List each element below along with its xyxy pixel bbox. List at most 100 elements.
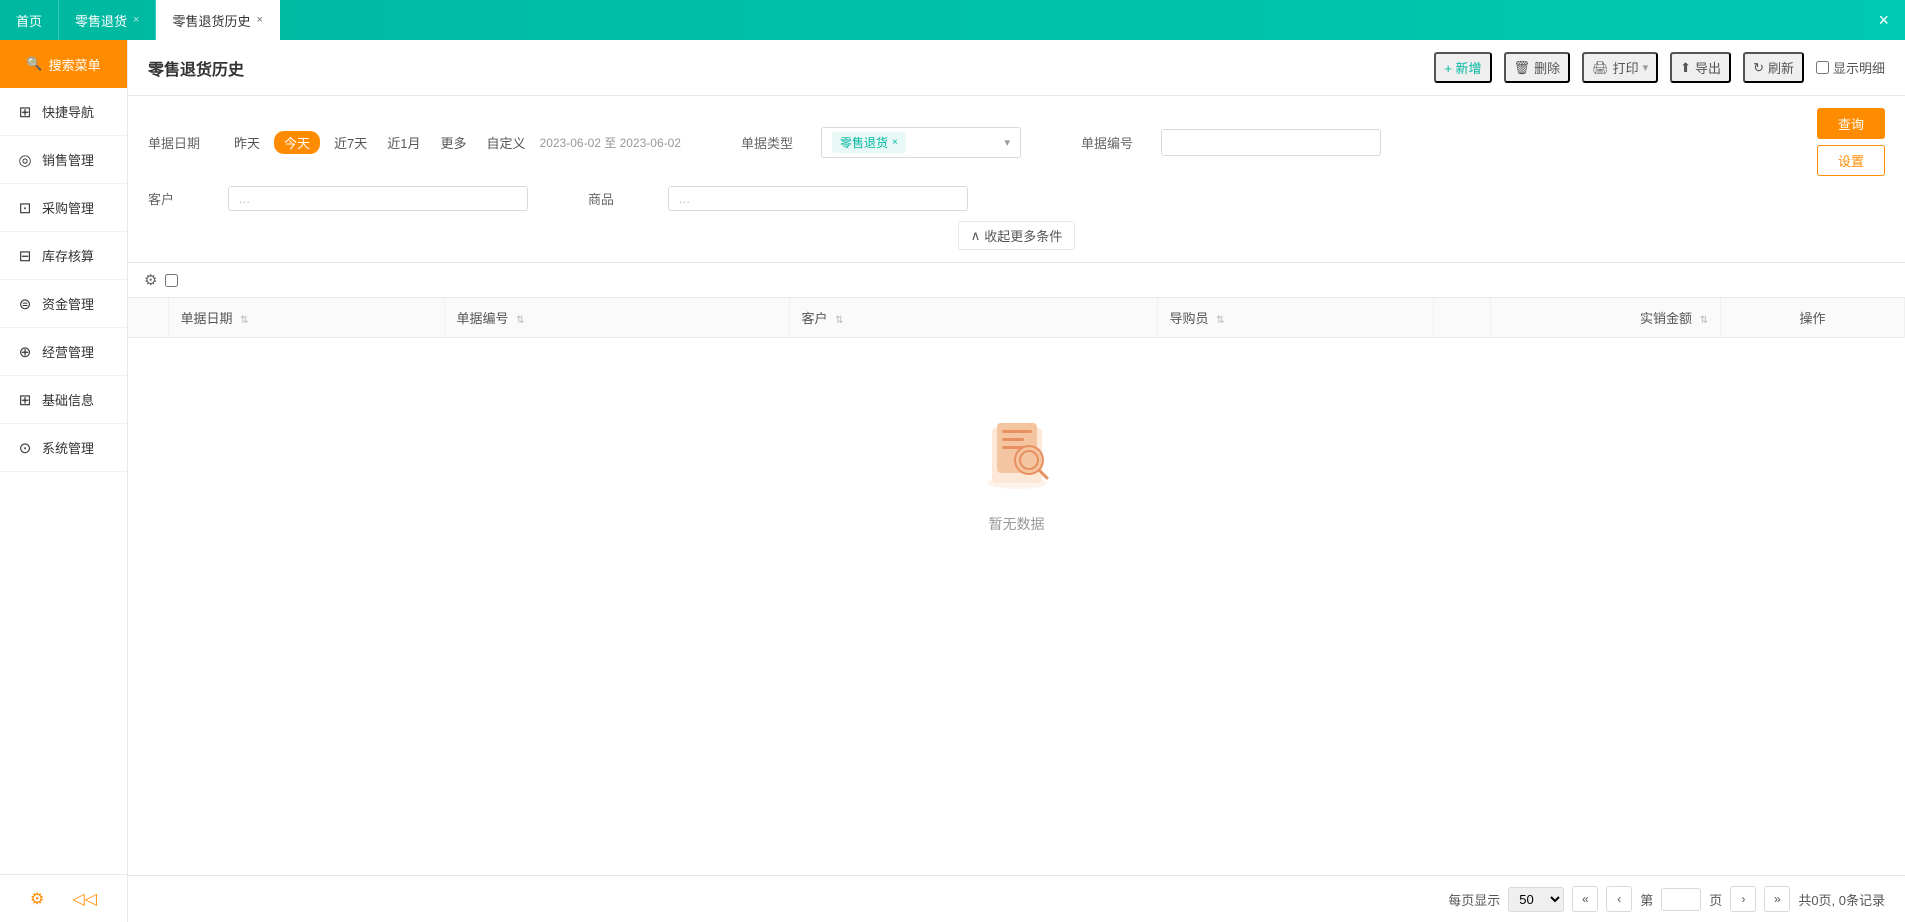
content-area: 零售退货历史 + 新增 🗑 删除 🖨 打印 ▾ ⬆ 导出 ↻ bbox=[128, 40, 1905, 922]
col-header-spacer bbox=[1433, 298, 1491, 338]
tab-retail-return-close[interactable]: × bbox=[133, 14, 139, 26]
refresh-icon: ↻ bbox=[1753, 60, 1764, 76]
goods-input[interactable]: ... bbox=[668, 186, 968, 211]
col-header-customer[interactable]: 客户 ⇅ bbox=[789, 298, 1157, 338]
tab-retail-return-history-close[interactable]: × bbox=[256, 14, 262, 26]
tab-home-label: 首页 bbox=[16, 11, 42, 30]
customer-label: 客户 bbox=[148, 189, 208, 208]
customer-input[interactable]: ... bbox=[228, 186, 528, 211]
amount-sort-icon: ⇅ bbox=[1700, 315, 1708, 326]
type-label: 单据类型 bbox=[741, 133, 801, 152]
select-all-checkbox[interactable] bbox=[165, 274, 178, 287]
new-button[interactable]: + 新增 bbox=[1434, 52, 1491, 83]
date-option-last7[interactable]: 近7天 bbox=[328, 131, 373, 154]
sidebar-search[interactable]: 🔍 搜索菜单 bbox=[0, 40, 127, 88]
tab-home[interactable]: 首页 bbox=[0, 0, 59, 40]
print-icon: 🖨 bbox=[1592, 60, 1609, 76]
sidebar-item-operation-label: 经营管理 bbox=[42, 342, 94, 361]
collapse-button[interactable]: ∧ 收起更多条件 bbox=[958, 221, 1076, 250]
setting-button[interactable]: 设置 bbox=[1817, 145, 1885, 176]
col-header-amount[interactable]: 实销金额 ⇅ bbox=[1491, 298, 1721, 338]
col-header-guide[interactable]: 导购员 ⇅ bbox=[1157, 298, 1433, 338]
finance-icon: ⊜ bbox=[16, 295, 34, 313]
table-header-row: 单据日期 ⇅ 单据编号 ⇅ 客户 ⇅ bbox=[128, 298, 1905, 338]
date-range-display: 2023-06-02 至 2023-06-02 bbox=[540, 134, 681, 151]
table-toolbar: ⚙ bbox=[128, 263, 1905, 298]
top-bar: 首页 零售退货 × 零售退货历史 × × bbox=[0, 0, 1905, 40]
sidebar-item-basic[interactable]: ⊞ 基础信息 bbox=[0, 376, 127, 424]
col-header-no[interactable]: 单据编号 ⇅ bbox=[444, 298, 789, 338]
page-number-input[interactable]: 1 bbox=[1661, 888, 1701, 911]
header-actions: + 新增 🗑 删除 🖨 打印 ▾ ⬆ 导出 ↻ 刷新 bbox=[1434, 52, 1885, 83]
page-size-label: 每页显示 bbox=[1448, 890, 1500, 909]
sidebar-item-finance[interactable]: ⊜ 资金管理 bbox=[0, 280, 127, 328]
sidebar-bottom: ⚙ ◁◁ bbox=[0, 874, 127, 922]
type-tag-close[interactable]: × bbox=[892, 137, 898, 148]
filter-row-2: 客户 ... 商品 ... bbox=[148, 186, 1885, 211]
col-header-date[interactable]: 单据日期 ⇅ bbox=[168, 298, 444, 338]
sidebar-search-label: 搜索菜单 bbox=[49, 55, 101, 74]
next-page-button[interactable]: › bbox=[1730, 886, 1756, 912]
query-button[interactable]: 查询 bbox=[1817, 108, 1885, 139]
refresh-button[interactable]: ↻ 刷新 bbox=[1743, 52, 1804, 83]
delete-icon: 🗑 bbox=[1514, 60, 1531, 76]
main-layout: 🔍 搜索菜单 ⊞ 快捷导航 ◎ 销售管理 ⊡ 采购管理 ⊟ 库存核算 ⊜ 资金管 bbox=[0, 40, 1905, 922]
date-option-more[interactable]: 更多 bbox=[435, 131, 473, 154]
show-detail-checkbox-label[interactable]: 显示明细 bbox=[1816, 58, 1885, 77]
empty-text: 暂无数据 bbox=[989, 514, 1045, 534]
page-header: 零售退货历史 + 新增 🗑 删除 🖨 打印 ▾ ⬆ 导出 ↻ bbox=[128, 40, 1905, 96]
sidebar-item-inventory[interactable]: ⊟ 库存核算 bbox=[0, 232, 127, 280]
export-button[interactable]: ⬆ 导出 bbox=[1670, 52, 1731, 83]
date-options: 昨天 今天 近7天 近1月 更多 自定义 2023-06-02 至 2023-0… bbox=[228, 131, 681, 154]
page-title: 零售退货历史 bbox=[148, 56, 244, 80]
col-header-op: 操作 bbox=[1721, 298, 1905, 338]
tab-retail-return-history[interactable]: 零售退货历史 × bbox=[156, 0, 279, 40]
date-label: 单据日期 bbox=[148, 133, 208, 152]
sales-icon: ◎ bbox=[16, 151, 34, 169]
settings-gear-icon[interactable]: ⚙ bbox=[30, 889, 44, 909]
print-dropdown-arrow: ▾ bbox=[1643, 61, 1649, 74]
delete-button[interactable]: 🗑 删除 bbox=[1504, 52, 1571, 83]
sidebar-item-operation[interactable]: ⊕ 经营管理 bbox=[0, 328, 127, 376]
show-detail-checkbox[interactable] bbox=[1816, 61, 1829, 74]
tab-retail-return[interactable]: 零售退货 × bbox=[59, 0, 156, 40]
last-page-button[interactable]: » bbox=[1764, 886, 1790, 912]
date-option-today[interactable]: 今天 bbox=[274, 131, 320, 154]
date-option-yesterday[interactable]: 昨天 bbox=[228, 131, 266, 154]
page-size-select[interactable]: 20 50 100 200 bbox=[1508, 887, 1564, 912]
sidebar-item-purchase[interactable]: ⊡ 采购管理 bbox=[0, 184, 127, 232]
sidebar-item-quick-nav-label: 快捷导航 bbox=[42, 102, 94, 121]
tab-retail-return-label: 零售退货 bbox=[75, 11, 127, 30]
type-tag: 零售退货 × bbox=[832, 132, 906, 153]
sidebar-item-sales[interactable]: ◎ 销售管理 bbox=[0, 136, 127, 184]
table-area: ⚙ 单据日期 ⇅ 单据编号 ⇅ bbox=[128, 263, 1905, 875]
operation-icon: ⊕ bbox=[16, 343, 34, 361]
prev-page-button[interactable]: ‹ bbox=[1606, 886, 1632, 912]
print-button[interactable]: 🖨 打印 ▾ bbox=[1582, 52, 1658, 83]
sidebar-item-system[interactable]: ⊙ 系统管理 bbox=[0, 424, 127, 472]
date-option-custom[interactable]: 自定义 bbox=[481, 131, 532, 154]
customer-sort-icon: ⇅ bbox=[835, 315, 843, 326]
sidebar-item-quick-nav[interactable]: ⊞ 快捷导航 bbox=[0, 88, 127, 136]
guide-sort-icon: ⇅ bbox=[1216, 315, 1224, 326]
voucher-input[interactable] bbox=[1161, 129, 1381, 156]
sidebar-item-basic-label: 基础信息 bbox=[42, 390, 94, 409]
audio-icon[interactable]: ◁◁ bbox=[72, 889, 97, 909]
quick-nav-icon: ⊞ bbox=[16, 103, 34, 121]
data-table: 单据日期 ⇅ 单据编号 ⇅ 客户 ⇅ bbox=[128, 298, 1905, 338]
table-settings-icon[interactable]: ⚙ bbox=[144, 271, 157, 289]
window-close-button[interactable]: × bbox=[1862, 10, 1905, 31]
goods-placeholder: ... bbox=[679, 191, 690, 206]
inventory-icon: ⊟ bbox=[16, 247, 34, 265]
type-selector[interactable]: 零售退货 × ▾ bbox=[821, 127, 1021, 158]
date-option-last-month[interactable]: 近1月 bbox=[381, 131, 426, 154]
table-wrapper: 单据日期 ⇅ 单据编号 ⇅ 客户 ⇅ bbox=[128, 298, 1905, 875]
tab-retail-return-history-label: 零售退货历史 bbox=[172, 11, 250, 30]
collapse-row: ∧ 收起更多条件 bbox=[148, 221, 1885, 250]
empty-illustration bbox=[967, 398, 1067, 498]
pagination-bar: 每页显示 20 50 100 200 « ‹ 第 1 页 › » 共0页, 0条… bbox=[128, 875, 1905, 922]
first-page-button[interactable]: « bbox=[1572, 886, 1598, 912]
customer-placeholder: ... bbox=[239, 191, 250, 206]
date-sort-icon: ⇅ bbox=[240, 315, 248, 326]
sidebar-item-sales-label: 销售管理 bbox=[42, 150, 94, 169]
